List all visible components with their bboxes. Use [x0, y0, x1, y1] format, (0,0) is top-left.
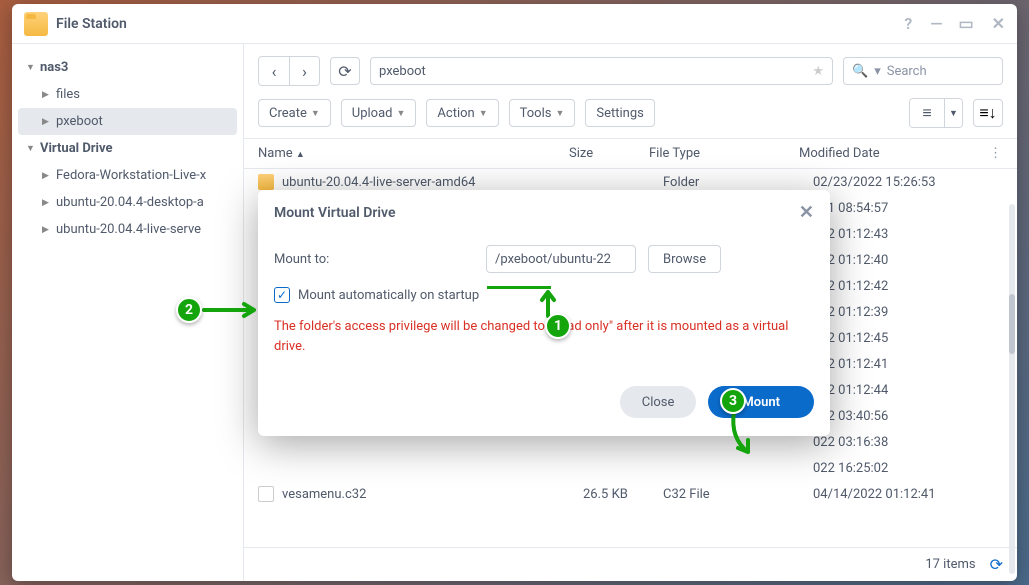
col-header-date[interactable]: Modified Date	[799, 146, 989, 161]
reload-button[interactable]: ⟳	[990, 555, 1003, 574]
app-icon	[24, 12, 48, 36]
sidebar-item-files[interactable]: ▶files	[18, 81, 237, 108]
forward-button[interactable]: ›	[289, 57, 319, 85]
caret-down-icon: ▼	[26, 143, 36, 154]
refresh-button[interactable]: ⟳	[330, 57, 360, 85]
toolbar-actions: Create▼ Upload▼ Action▼ Tools▼ Settings …	[244, 92, 1017, 139]
search-placeholder: Search	[887, 64, 927, 79]
auto-mount-label: Mount automatically on startup	[298, 288, 479, 303]
mount-to-input[interactable]	[486, 245, 636, 273]
sidebar-item-ubuntu-server[interactable]: ▶ubuntu-20.04.4-live-serve	[18, 216, 237, 243]
annotation-badge-1: 1	[545, 313, 571, 339]
breadcrumb-path: pxeboot	[379, 64, 426, 79]
caret-right-icon: ▶	[42, 171, 52, 181]
maximize-icon[interactable]: ▭	[958, 14, 973, 33]
table-row[interactable]: vesamenu.c32 26.5 KB C32 File 04/14/2022…	[244, 481, 1017, 507]
breadcrumb[interactable]: pxeboot ★	[370, 57, 833, 85]
annotation-badge-2: 2	[176, 297, 202, 323]
file-type: C32 File	[663, 487, 813, 502]
search-icon: 🔍	[852, 64, 868, 79]
modal-close-icon[interactable]: ✕	[799, 202, 814, 223]
file-date: 022 01:12:44	[813, 383, 1003, 398]
caret-right-icon: ▶	[42, 117, 52, 127]
modal-title: Mount Virtual Drive	[274, 205, 396, 221]
auto-mount-checkbox[interactable]: ✓	[274, 287, 290, 303]
scrollbar-thumb[interactable]	[1009, 294, 1015, 354]
file-date: 021 08:54:57	[813, 201, 1003, 216]
sidebar-item-ubuntu-desktop[interactable]: ▶ubuntu-20.04.4-desktop-a	[18, 189, 237, 216]
close-window-icon[interactable]: ✕	[992, 14, 1005, 33]
item-count: 17 items	[925, 557, 975, 572]
tree-root-nas3[interactable]: ▼nas3	[18, 54, 237, 81]
scrollbar[interactable]	[1009, 204, 1015, 574]
status-bar: 17 items ⟳	[244, 547, 1017, 581]
sort-button[interactable]: ≡↓	[973, 99, 1003, 127]
warning-text: The folder's access privilege will be ch…	[274, 317, 814, 356]
caret-right-icon: ▶	[42, 225, 52, 235]
sidebar-item-fedora[interactable]: ▶Fedora-Workstation-Live-x	[18, 162, 237, 189]
sidebar-item-pxeboot[interactable]: ▶pxeboot	[18, 108, 237, 135]
file-date: 04/14/2022 01:12:41	[813, 487, 1003, 502]
titlebar: File Station ? — ▭ ✕	[12, 4, 1017, 44]
caret-down-icon: ▼	[26, 62, 36, 73]
browse-button[interactable]: Browse	[648, 245, 721, 273]
file-size: 26.5 KB	[583, 487, 663, 502]
toolbar-primary: ‹ › ⟳ pxeboot ★ 🔍 ▾ Search	[244, 44, 1017, 92]
caret-right-icon: ▶	[42, 198, 52, 208]
file-date: 022 01:12:39	[813, 305, 1003, 320]
view-dropdown[interactable]: ▼	[944, 99, 962, 127]
help-icon[interactable]: ?	[904, 14, 912, 33]
close-button[interactable]: Close	[620, 386, 697, 418]
table-row[interactable]: 022 16:25:02	[244, 455, 1017, 481]
annotation-badge-3: 3	[720, 388, 746, 414]
back-button[interactable]: ‹	[259, 57, 289, 85]
tree-root-virtual-drive[interactable]: ▼Virtual Drive	[18, 135, 237, 162]
file-date: 022 03:40:56	[813, 409, 1003, 424]
file-date: 022 01:12:45	[813, 331, 1003, 346]
create-button[interactable]: Create▼	[258, 99, 331, 127]
col-header-type[interactable]: File Type	[649, 146, 799, 161]
caret-right-icon: ▶	[42, 90, 52, 100]
view-toggle: ≡ ▼	[909, 98, 963, 128]
file-date: 022 03:16:38	[813, 435, 1003, 450]
search-input[interactable]: 🔍 ▾ Search	[843, 57, 1003, 85]
file-date: 02/23/2022 15:26:53	[813, 175, 1003, 190]
settings-button[interactable]: Settings	[585, 99, 654, 127]
modal-header: Mount Virtual Drive ✕	[258, 190, 830, 235]
file-date: 022 01:12:41	[813, 357, 1003, 372]
file-type: Folder	[663, 175, 813, 190]
folder-icon	[258, 174, 274, 190]
favorite-star-icon[interactable]: ★	[812, 64, 824, 79]
file-name: ubuntu-20.04.4-live-server-amd64	[282, 175, 475, 190]
mount-to-label: Mount to:	[274, 252, 474, 267]
col-header-name[interactable]: Name ▲	[258, 146, 569, 161]
file-icon	[258, 486, 274, 502]
tools-button[interactable]: Tools▼	[509, 99, 576, 127]
file-name: vesamenu.c32	[282, 487, 366, 502]
file-date: 022 01:12:40	[813, 253, 1003, 268]
list-view-button[interactable]: ≡	[910, 99, 944, 127]
annotation-arrow-3	[720, 408, 760, 460]
file-date: 022 01:12:43	[813, 227, 1003, 242]
file-date: 022 01:12:42	[813, 279, 1003, 294]
nav-back-forward: ‹ ›	[258, 56, 320, 86]
action-button[interactable]: Action▼	[426, 99, 498, 127]
upload-button[interactable]: Upload▼	[341, 99, 417, 127]
table-header: Name ▲ Size File Type Modified Date ⋮	[244, 139, 1017, 169]
minimize-icon[interactable]: —	[930, 14, 940, 33]
col-header-size[interactable]: Size	[569, 146, 649, 161]
app-title: File Station	[56, 16, 127, 32]
col-more-icon[interactable]: ⋮	[989, 146, 1003, 161]
file-date: 022 16:25:02	[813, 461, 1003, 476]
annotation-arrow-2	[200, 300, 262, 320]
